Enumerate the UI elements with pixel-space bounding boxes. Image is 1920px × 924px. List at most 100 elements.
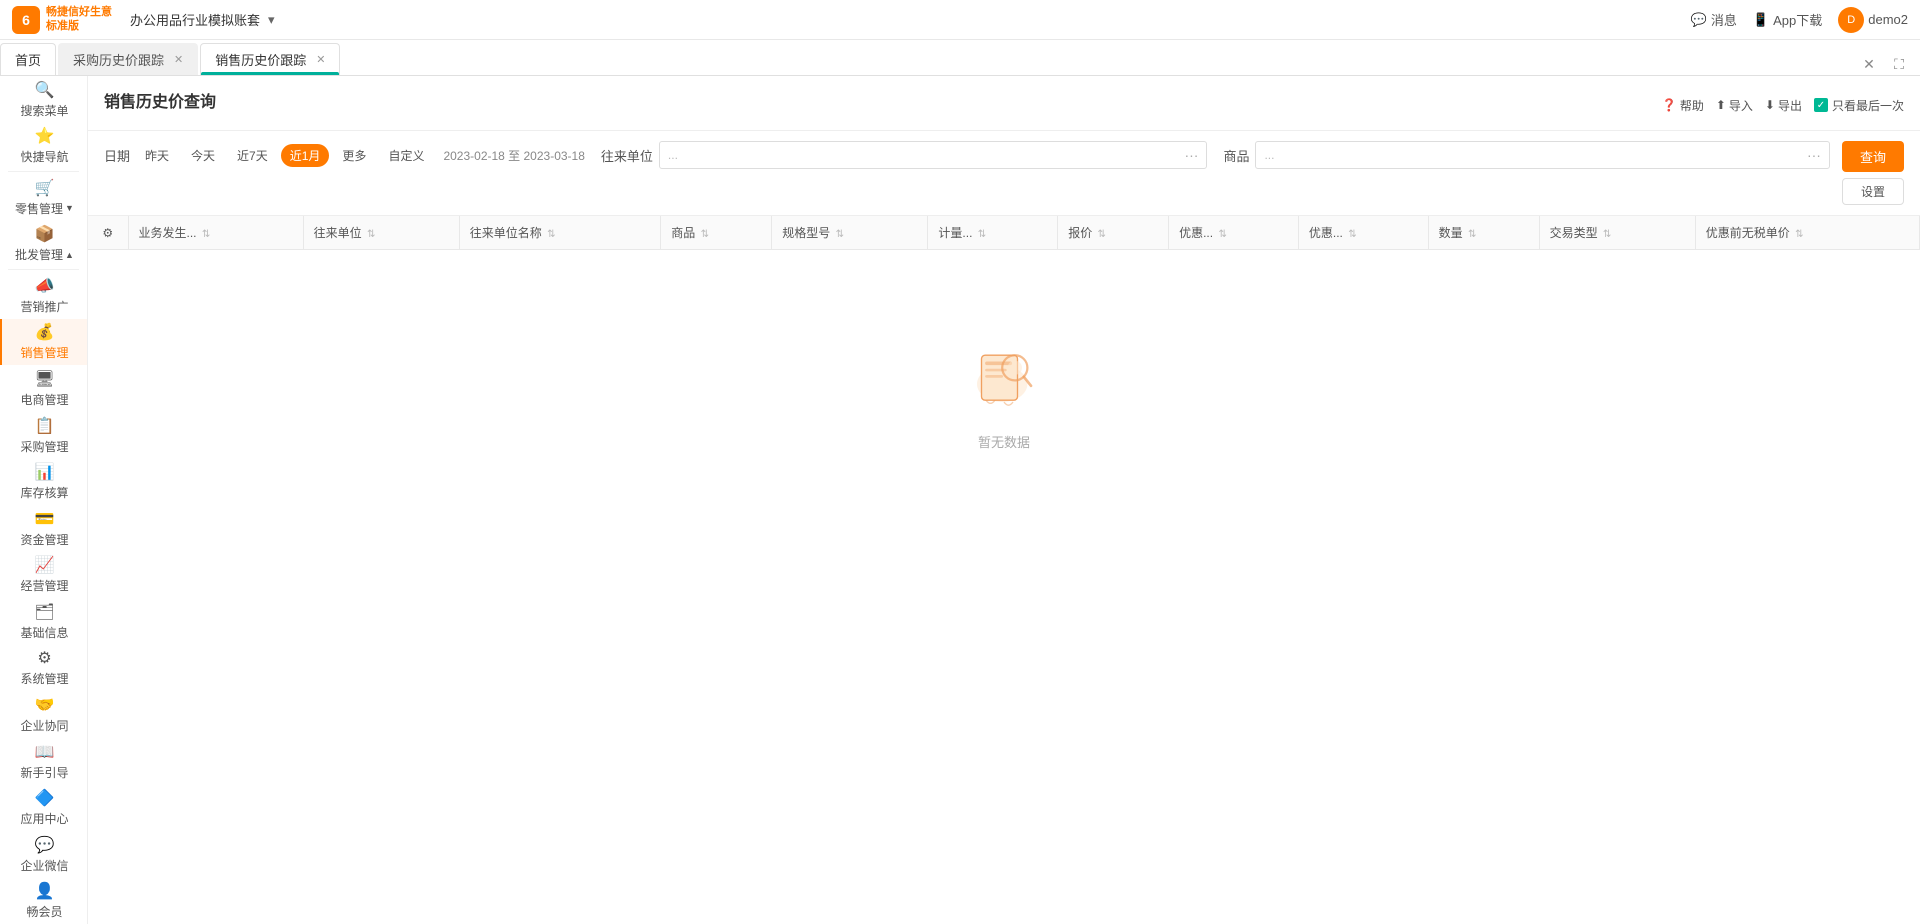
tab-sales-close[interactable]: ✕ <box>316 53 325 66</box>
enterprise-icon: 🤝 <box>35 695 55 715</box>
search-icon: 🔍 <box>35 80 55 100</box>
sidebar-retail-label: 零售管理▼ <box>15 200 74 217</box>
message-btn[interactable]: 💬 消息 <box>1691 10 1737 29</box>
date-range-display: 2023-02-18 至 2023-03-18 <box>443 147 584 164</box>
col-pretax-price[interactable]: 优惠前无税单价 ⇅ <box>1695 216 1919 250</box>
col-discount1[interactable]: 优惠... ⇅ <box>1169 216 1299 250</box>
apps-icon: 🔷 <box>35 788 55 808</box>
col-biz-date[interactable]: 业务发生... ⇅ <box>128 216 303 250</box>
tab-purchase-history[interactable]: 采购历史价跟踪 ✕ <box>58 43 198 75</box>
tab-sales-history[interactable]: 销售历史价跟踪 ✕ <box>200 43 340 75</box>
sidebar-item-base-info[interactable]: 🗂 基础信息 <box>0 598 87 645</box>
sidebar-item-wholesale[interactable]: 📦 批发管理▲ <box>0 221 87 268</box>
sales-mgmt-icon: 💰 <box>35 322 55 342</box>
goods-group: 商品 ... ··· <box>1223 141 1830 169</box>
sidebar-purchase-label: 采购管理 <box>20 438 68 455</box>
sort-icon-quote-price: ⇅ <box>1098 229 1106 240</box>
goods-dots[interactable]: ··· <box>1807 147 1821 163</box>
filter-actions: 查询 设置 <box>1842 141 1904 205</box>
sidebar-item-inventory[interactable]: 📊 库存核算 <box>0 458 87 505</box>
query-button[interactable]: 查询 <box>1842 141 1904 172</box>
gear-icon: ⚙ <box>102 226 113 240</box>
sidebar-search-label: 搜索菜单 <box>20 102 68 119</box>
close-window-btn[interactable]: ✕ <box>1858 53 1880 75</box>
sort-icon-spec: ⇅ <box>836 229 844 240</box>
wholesale-icon: 📦 <box>35 224 55 244</box>
operations-icon: 📈 <box>35 555 55 575</box>
date-btn-1month[interactable]: 近1月 <box>281 144 330 167</box>
sidebar-enterprise-label: 企业协同 <box>20 717 68 734</box>
tab-home-label: 首页 <box>15 50 41 69</box>
goods-input[interactable]: ... ··· <box>1255 141 1830 169</box>
app-title-dropdown[interactable]: ▾ <box>268 12 275 28</box>
avatar: D <box>1838 7 1864 33</box>
coming-unit-input[interactable]: ... ··· <box>659 141 1208 169</box>
coming-unit-group: 往来单位 ... ··· <box>601 141 1208 169</box>
coming-unit-dots[interactable]: ··· <box>1184 147 1198 163</box>
sidebar-item-member[interactable]: 👤 畅会员 <box>0 877 87 924</box>
logo-icon: 6 <box>12 6 40 34</box>
sidebar-item-search[interactable]: 🔍 搜索菜单 <box>0 76 87 123</box>
inventory-icon: 📊 <box>35 462 55 482</box>
sidebar-item-retail[interactable]: 🛒 零售管理▼ <box>0 174 87 221</box>
import-icon: ⬆ <box>1716 98 1726 112</box>
sort-icon-biz-date: ⇅ <box>202 229 210 240</box>
app-title: 办公用品行业模拟账套 <box>130 10 260 29</box>
settings-button[interactable]: 设置 <box>1842 178 1904 205</box>
col-quantity[interactable]: 数量 ⇅ <box>1428 216 1539 250</box>
app-download-btn[interactable]: 📱 App下载 <box>1753 10 1822 29</box>
col-goods[interactable]: 商品 ⇅ <box>661 216 772 250</box>
maximize-btn[interactable]: ⛶ <box>1888 53 1910 75</box>
sidebar-item-sales-mgmt[interactable]: 💰 销售管理 <box>0 319 87 366</box>
empty-text: 暂无数据 <box>978 432 1030 451</box>
help-btn[interactable]: ❓ 帮助 <box>1662 97 1704 114</box>
user-menu[interactable]: D demo2 <box>1838 7 1908 33</box>
sort-icon-discount2: ⇅ <box>1348 229 1356 240</box>
sidebar-item-apps[interactable]: 🔷 应用中心 <box>0 784 87 831</box>
coming-unit-label: 往来单位 <box>601 146 653 165</box>
col-trade-type[interactable]: 交易类型 ⇅ <box>1539 216 1695 250</box>
sidebar-item-finance[interactable]: 💳 资金管理 <box>0 505 87 552</box>
empty-state: 暂无数据 <box>88 250 1920 531</box>
sort-icon-trade-type: ⇅ <box>1603 229 1611 240</box>
topbar: 6 畅捷信好生意 标准版 办公用品行业模拟账套 ▾ 💬 消息 📱 App下载 D… <box>0 0 1920 40</box>
tab-home[interactable]: 首页 <box>0 43 56 75</box>
sidebar-item-enterprise[interactable]: 🤝 企业协同 <box>0 691 87 738</box>
import-btn[interactable]: ⬆ 导入 <box>1716 97 1753 114</box>
sidebar-item-marketing[interactable]: 📣 营销推广 <box>0 272 87 319</box>
sidebar-item-ecommerce[interactable]: 🖥 电商管理 <box>0 365 87 412</box>
sidebar-item-wechat[interactable]: 💬 企业微信 <box>0 831 87 878</box>
export-btn[interactable]: ⬇ 导出 <box>1765 97 1802 114</box>
col-unit-code[interactable]: 往来单位 ⇅ <box>303 216 459 250</box>
col-unit-measure[interactable]: 计量... ⇅ <box>928 216 1058 250</box>
col-spec[interactable]: 规格型号 ⇅ <box>772 216 928 250</box>
col-gear[interactable]: ⚙ <box>88 216 128 250</box>
sidebar-inventory-label: 库存核算 <box>20 484 68 501</box>
date-btn-yesterday[interactable]: 昨天 <box>136 144 178 167</box>
col-biz-date-label: 业务发生... <box>139 226 197 240</box>
col-pretax-price-label: 优惠前无税单价 <box>1706 226 1790 240</box>
tabs-bar: 首页 采购历史价跟踪 ✕ 销售历史价跟踪 ✕ ✕ ⛶ <box>0 40 1920 76</box>
sidebar-item-operations[interactable]: 📈 经营管理 <box>0 552 87 599</box>
sort-icon-pretax-price: ⇅ <box>1795 229 1803 240</box>
sidebar-base-info-label: 基础信息 <box>20 624 68 641</box>
sidebar-item-guide[interactable]: 📖 新手引导 <box>0 738 87 785</box>
sidebar-item-system[interactable]: ⚙ 系统管理 <box>0 645 87 692</box>
date-btn-more[interactable]: 更多 <box>333 144 375 167</box>
date-btn-today[interactable]: 今天 <box>182 144 224 167</box>
date-btn-7days[interactable]: 近7天 <box>228 144 277 167</box>
only-last-checkbox[interactable]: ✓ 只看最后一次 <box>1814 97 1904 114</box>
col-spec-label: 规格型号 <box>782 226 830 240</box>
col-quote-price[interactable]: 报价 ⇅ <box>1058 216 1169 250</box>
sidebar-item-purchase[interactable]: 📋 采购管理 <box>0 412 87 459</box>
date-btn-custom[interactable]: 自定义 <box>379 144 433 167</box>
sidebar-ecommerce-label: 电商管理 <box>20 391 68 408</box>
logo-text: 畅捷信好生意 标准版 <box>46 6 112 32</box>
col-discount2[interactable]: 优惠... ⇅ <box>1298 216 1428 250</box>
date-buttons: 昨天 今天 近7天 近1月 更多 自定义 <box>136 144 433 167</box>
sidebar-item-quick-nav[interactable]: ⭐ 快捷导航 <box>0 123 87 170</box>
tab-purchase-close[interactable]: ✕ <box>174 53 183 66</box>
col-unit-name[interactable]: 往来单位名称 ⇅ <box>459 216 661 250</box>
content-header: 销售历史价查询 ❓ 帮助 ⬆ 导入 ⬇ 导出 ✓ <box>88 76 1920 131</box>
col-quantity-label: 数量 <box>1439 226 1463 240</box>
